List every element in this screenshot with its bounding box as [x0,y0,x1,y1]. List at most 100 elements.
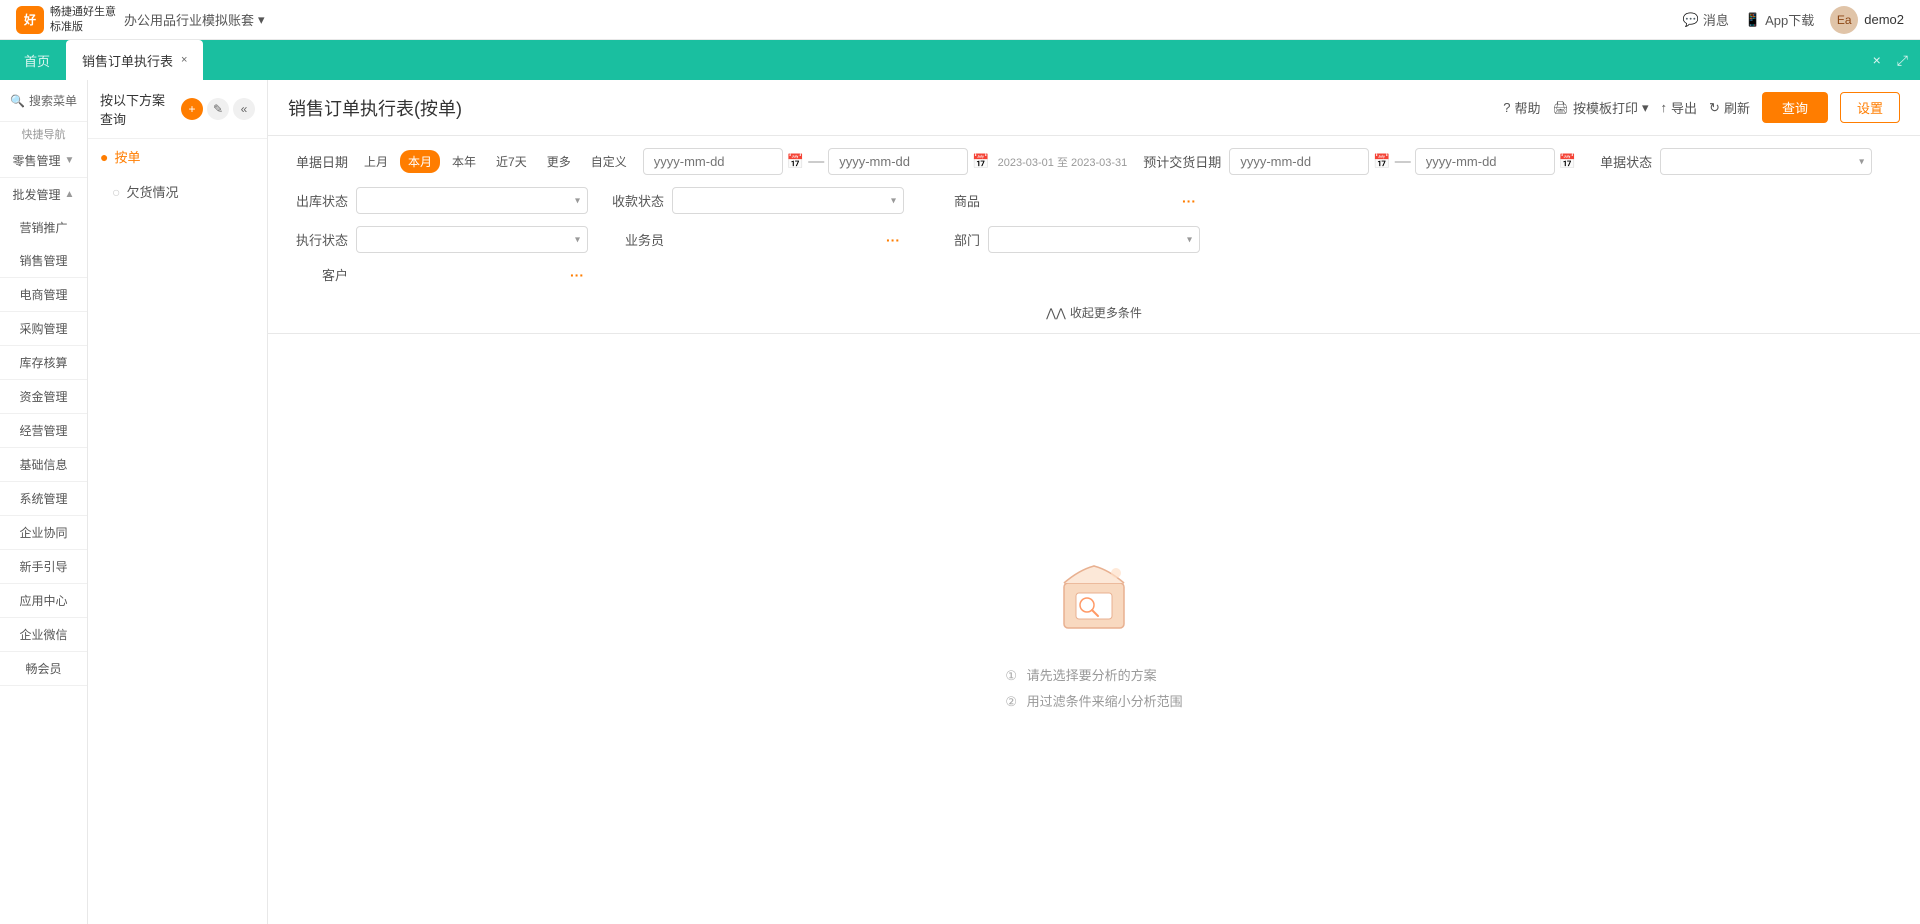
filter-doc-status-group: 单据状态 ▾ [1592,148,1872,175]
more-date-btn[interactable]: 更多 [539,150,579,173]
left-panel-header: 按以下方案查询 + ✎ « [88,80,267,139]
expected-date-start-input[interactable] [1229,148,1369,175]
logo-area: 好 畅捷通好生意 标准版 [16,5,116,34]
sidebar-section-wechat: 企业微信 [0,618,87,652]
scheme-item-by-order[interactable]: ● 按单 [88,139,267,174]
sidebar-wholesale-header[interactable]: 批发管理 ▲ [0,178,87,211]
right-content: 销售订单执行表(按单) ? 帮助 🖨 按模板打印 ▾ ↑ 导出 [268,80,1920,924]
goods-input-area: ··· [988,193,1200,209]
tab-home[interactable]: 首页 [8,40,66,80]
sidebar-system-header[interactable]: 系统管理 [0,482,87,515]
print-button[interactable]: 🖨 按模板打印 ▾ [1552,98,1648,117]
sidebar-section-member: 畅会员 [0,652,87,686]
retail-arrow-icon: ▼ [65,155,75,166]
prev-month-btn[interactable]: 上月 [356,150,396,173]
filter-row-1: 单据日期 上月 本月 本年 近7天 更多 自定义 📅 — [288,148,1900,175]
empty-hint-2: ② 用过滤条件来缩小分析范围 [1005,689,1182,715]
sidebar-member-header[interactable]: 畅会员 [0,652,87,685]
app-download-action[interactable]: 📱 App下载 [1745,10,1814,29]
sidebar-basic-header[interactable]: 基础信息 [0,448,87,481]
page-actions: ? 帮助 🖨 按模板打印 ▾ ↑ 导出 ↻ 刷新 [1503,92,1900,123]
sidebar-newbie-header[interactable]: 新手引导 [0,550,87,583]
exec-status-select[interactable] [356,226,588,253]
sidebar-item-marketing[interactable]: 营销推广 [0,211,87,244]
scheme-item-shortage[interactable]: ○ 欠货情况 [88,174,267,209]
collapse-more-btn[interactable]: ⋀⋀ 收起更多条件 [1046,304,1142,321]
sidebar-business-header[interactable]: 经营管理 [0,414,87,447]
sidebar-retail-header[interactable]: 零售管理 ▼ [0,144,87,177]
empty-hints: ① 请先选择要分析的方案 ② 用过滤条件来缩小分析范围 [1005,663,1182,715]
window-expand-btn[interactable]: ⤢ [1893,48,1912,73]
add-scheme-button[interactable]: + [181,98,203,120]
print-dropdown-icon: ▾ [1642,100,1649,116]
refresh-icon: ↻ [1709,100,1720,116]
search-menu-button[interactable]: 🔍 搜索菜单 [8,88,79,113]
top-bar-left: 好 畅捷通好生意 标准版 办公用品行业模拟账套 ▾ [16,5,265,34]
calendar-start-icon[interactable]: 📅 [787,153,804,170]
sidebar-section-inventory: 库存核算 [0,346,87,380]
expected-calendar-end-icon[interactable]: 📅 [1559,153,1576,170]
empty-svg [1044,548,1144,638]
sidebar-search-area: 🔍 搜索菜单 [0,80,87,122]
filter-customer-group: 客户 ··· [288,265,588,284]
ship-status-select[interactable] [356,187,588,214]
filter-ship-status-group: 出库状态 ▾ [288,187,588,214]
sidebar-wechat-header[interactable]: 企业微信 [0,618,87,651]
sidebar-section-collab: 企业协同 [0,516,87,550]
receipt-status-select[interactable] [672,187,904,214]
settings-button[interactable]: 设置 [1840,92,1900,123]
filter-date-group: 单据日期 上月 本月 本年 近7天 更多 自定义 📅 — [288,148,1127,175]
dept-label: 部门 [920,230,980,249]
date-range-row: 📅 — 📅 [643,148,990,175]
ship-status-select-wrapper: ▾ [356,187,588,214]
sidebar-item-sales[interactable]: 销售管理 [0,244,87,277]
sidebar-collab-header[interactable]: 企业协同 [0,516,87,549]
help-button[interactable]: ? 帮助 [1503,98,1540,117]
doc-status-select[interactable] [1660,148,1872,175]
sidebar-section-ecommerce: 电商管理 [0,278,87,312]
dept-select[interactable] [988,226,1200,253]
filter-row-3: 执行状态 ▾ 业务员 ··· [288,226,1900,253]
tab-close-icon[interactable]: × [181,54,187,66]
filter-salesperson-group: 业务员 ··· [604,230,904,249]
print-icon: 🖨 [1552,100,1569,116]
filter-exec-status-group: 执行状态 ▾ [288,226,588,253]
sidebar-section-appcenter: 应用中心 [0,584,87,618]
tab-sales-execution[interactable]: 销售订单执行表 × [66,40,203,80]
calendar-end-icon[interactable]: 📅 [972,153,989,170]
app-icon: 📱 [1745,12,1761,28]
date-start-input[interactable] [643,148,783,175]
message-action[interactable]: 💬 消息 [1683,10,1729,29]
curr-month-btn[interactable]: 本月 [400,150,440,173]
sidebar-purchase-header[interactable]: 采购管理 [0,312,87,345]
page-header: 销售订单执行表(按单) ? 帮助 🖨 按模板打印 ▾ ↑ 导出 [268,80,1920,136]
7days-btn[interactable]: 近7天 [488,150,535,173]
query-button[interactable]: 查询 [1762,92,1828,123]
tab-actions: × ⤢ [1869,48,1912,73]
export-button[interactable]: ↑ 导出 [1661,98,1698,117]
salesperson-picker-btn[interactable]: ··· [882,232,904,248]
window-close-btn[interactable]: × [1869,48,1885,72]
collapse-panel-button[interactable]: « [233,98,255,120]
expected-calendar-start-icon[interactable]: 📅 [1373,153,1390,170]
date-end-input[interactable] [828,148,968,175]
product-title[interactable]: 办公用品行业模拟账套 ▾ [124,10,265,29]
receipt-status-select-wrapper: ▾ [672,187,904,214]
scheme-active-icon: ● [100,149,108,165]
sidebar-finance-header[interactable]: 资金管理 [0,380,87,413]
custom-date-btn[interactable]: 自定义 [583,150,635,173]
refresh-button[interactable]: ↻ 刷新 [1709,98,1750,117]
expected-date-end-input[interactable] [1415,148,1555,175]
goods-picker-btn[interactable]: ··· [1178,193,1200,209]
sidebar-appcenter-header[interactable]: 应用中心 [0,584,87,617]
curr-year-btn[interactable]: 本年 [444,150,484,173]
sidebar-inventory-header[interactable]: 库存核算 [0,346,87,379]
sidebar-ecommerce-header[interactable]: 电商管理 [0,278,87,311]
sidebar-section-basic: 基础信息 [0,448,87,482]
edit-scheme-button[interactable]: ✎ [207,98,229,120]
dropdown-icon: ▾ [258,12,265,28]
salesperson-input-area: ··· [672,232,904,248]
user-area[interactable]: Ea demo2 [1830,6,1904,34]
sidebar-section-system: 系统管理 [0,482,87,516]
customer-picker-btn[interactable]: ··· [566,267,588,283]
